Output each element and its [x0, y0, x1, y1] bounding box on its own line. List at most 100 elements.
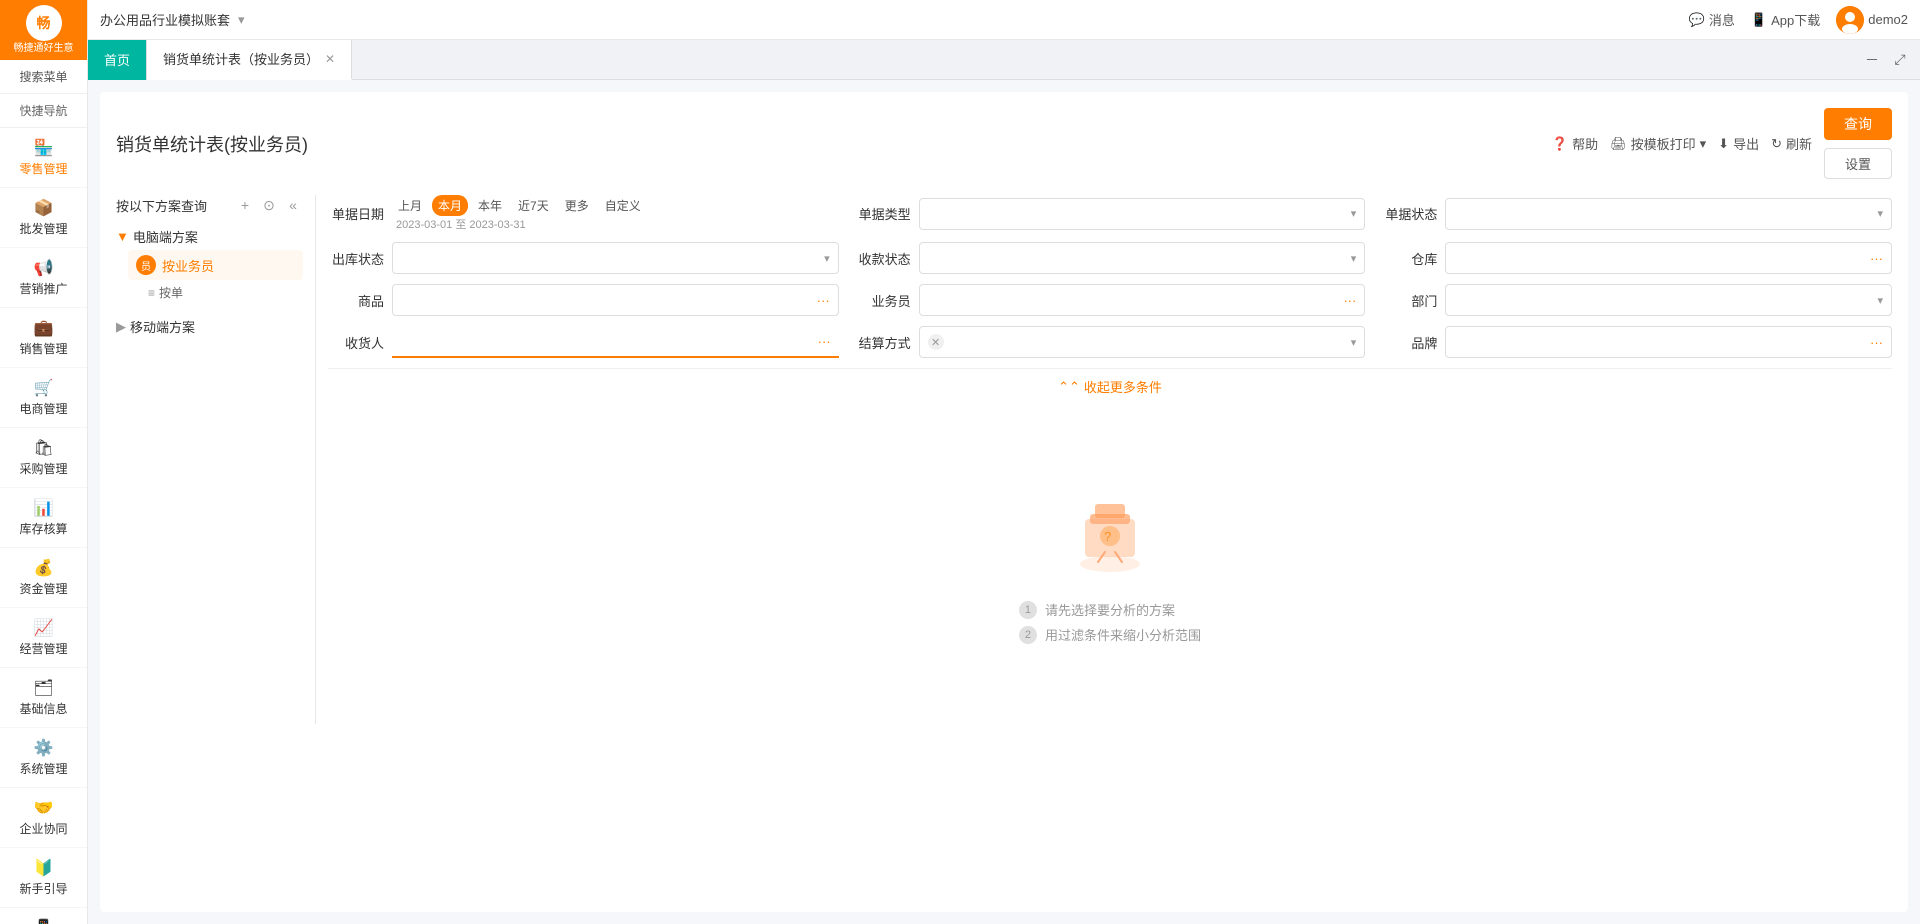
finance-icon: 💰 [4, 558, 83, 578]
product-control[interactable]: ··· [392, 284, 839, 316]
purchase-icon: 🛍 [4, 438, 83, 458]
sidebar-item-basic[interactable]: 🗂 基础信息 [0, 668, 87, 728]
dept-control[interactable]: ▾ [1445, 284, 1892, 316]
date-tab-more[interactable]: 更多 [559, 195, 595, 216]
receiver-dots: ··· [818, 334, 831, 349]
topbar-right: 💬 消息 📱 App下载 demo2 [1689, 6, 1908, 34]
collect-status-chevron: ▾ [1351, 252, 1357, 265]
doc-type-control[interactable]: ▾ [919, 198, 1366, 230]
filter-receiver: 收货人 ··· [328, 326, 839, 358]
help-btn[interactable]: ❓ 帮助 [1552, 134, 1598, 153]
scheme-group-header-mobile[interactable]: ▶ 移动端方案 [116, 313, 303, 340]
doc-status-chevron: ▾ [1877, 207, 1883, 220]
scheme-add-btn[interactable]: + [235, 195, 255, 215]
warehouse-label: 仓库 [1381, 249, 1437, 268]
logo-icon: 畅 [26, 5, 62, 41]
filter-doc-status: 单据状态 ▾ [1381, 198, 1892, 230]
scheme-collapse-btn[interactable]: « [283, 195, 303, 215]
scheme-group-mobile: ▶ 移动端方案 [116, 313, 303, 340]
date-tab-this-month[interactable]: 本月 [432, 195, 468, 216]
inventory-icon: 📊 [4, 498, 83, 518]
filter-dept: 部门 ▾ [1381, 284, 1892, 316]
sidebar-item-system[interactable]: ⚙️ 系统管理 [0, 728, 87, 788]
brand-control[interactable]: ··· [1445, 326, 1892, 358]
settle-control[interactable]: ✕ ▾ [919, 326, 1366, 358]
scheme-group-header-desktop[interactable]: ▼ 电脑端方案 [116, 223, 303, 250]
sidebar-item-ops[interactable]: 📈 经营管理 [0, 608, 87, 668]
home-tab-label: 首页 [104, 50, 130, 69]
sidebar: 畅 畅捷通好生意 搜索菜单 快捷导航 🏪 零售管理 📦 批发管理 📢 营销推广 … [0, 0, 88, 924]
filter-date: 单据日期 上月 本月 本年 近7天 更多 自定义 [328, 195, 839, 232]
system-icon: ⚙️ [4, 738, 83, 758]
export-btn[interactable]: ⬇ 导出 [1718, 134, 1759, 153]
query-button[interactable]: 查询 [1824, 108, 1892, 140]
sidebar-item-marketing[interactable]: 📢 营销推广 [0, 248, 87, 308]
app-download-btn[interactable]: 📱 App下载 [1751, 10, 1820, 29]
print-icon: 🖨 [1610, 136, 1627, 152]
sub-icon: ≡ [148, 286, 155, 300]
topbar-left: 办公用品行业模拟账套 ▾ [100, 10, 245, 29]
settle-clear-btn[interactable]: ✕ [928, 334, 944, 350]
sidebar-item-guide[interactable]: 🔰 新手引导 [0, 848, 87, 908]
staff-label: 业务员 [855, 291, 911, 310]
sidebar-item-apps[interactable]: 📱 应用中心 [0, 908, 87, 924]
search-menu-btn[interactable]: 搜索菜单 [4, 68, 83, 85]
message-btn[interactable]: 💬 消息 [1689, 10, 1735, 29]
apps-icon: 📱 [4, 918, 83, 924]
staff-control[interactable]: ··· [919, 284, 1366, 316]
sidebar-item-sales[interactable]: 💼 销售管理 [0, 308, 87, 368]
doc-status-label: 单据状态 [1381, 204, 1437, 223]
scheme-item-by-staff[interactable]: 员 按业务员 [128, 250, 303, 280]
page-container: 销货单统计表(按业务员) ❓ 帮助 🖨 按模板打印 ▾ ⬇ 导出 [100, 92, 1908, 912]
print-btn[interactable]: 🖨 按模板打印 ▾ [1610, 134, 1706, 153]
sidebar-item-enterprise[interactable]: 🤝 企业协同 [0, 788, 87, 848]
ship-status-control[interactable]: ▾ [392, 242, 839, 274]
scheme-panel-btns: + ⊙ « [235, 195, 303, 215]
scheme-sub-item-by-order[interactable]: ≡ 按单 [140, 280, 303, 305]
refresh-icon: ↻ [1771, 136, 1782, 152]
sidebar-item-finance[interactable]: 💰 资金管理 [0, 548, 87, 608]
tab-close-btn[interactable]: ✕ [325, 52, 335, 66]
app-logo: 畅 畅捷通好生意 [0, 0, 87, 60]
topbar-dropdown-icon[interactable]: ▾ [238, 12, 245, 28]
tabbar: 首页 销货单统计表（按业务员） ✕ － ⤢ [88, 40, 1920, 80]
date-filter-tabs: 上月 本月 本年 近7天 更多 自定义 [392, 195, 839, 216]
collect-status-control[interactable]: ▾ [919, 242, 1366, 274]
date-tab-7days[interactable]: 近7天 [512, 195, 555, 216]
date-tab-last-month[interactable]: 上月 [392, 195, 428, 216]
scheme-group-label-desktop: 电脑端方案 [133, 227, 198, 246]
scheme-panel-title: 按以下方案查询 [116, 196, 207, 215]
scheme-panel: 按以下方案查询 + ⊙ « ▼ 电脑端方案 [116, 195, 316, 724]
date-tab-custom[interactable]: 自定义 [599, 195, 647, 216]
main-layout: 按以下方案查询 + ⊙ « ▼ 电脑端方案 [116, 195, 1892, 724]
quick-guide[interactable]: 快捷导航 [0, 94, 87, 128]
warehouse-control[interactable]: ··· [1445, 242, 1892, 274]
sidebar-item-inventory[interactable]: 📊 库存核算 [0, 488, 87, 548]
tab-minimize-btn[interactable]: － [1860, 48, 1884, 72]
scheme-group-desktop: ▼ 电脑端方案 员 按业务员 ≡ 按单 [116, 223, 303, 305]
user-avatar-area[interactable]: demo2 [1836, 6, 1908, 34]
scheme-edit-btn[interactable]: ⊙ [259, 195, 279, 215]
main-area: 办公用品行业模拟账套 ▾ 💬 消息 📱 App下载 demo2 首页 [88, 0, 1920, 924]
topbar: 办公用品行业模拟账套 ▾ 💬 消息 📱 App下载 demo2 [88, 0, 1920, 40]
receiver-control[interactable]: ··· [392, 326, 839, 358]
date-tab-this-year[interactable]: 本年 [472, 195, 508, 216]
sidebar-item-purchase[interactable]: 🛍 采购管理 [0, 428, 87, 488]
filter-settle: 结算方式 ✕ ▾ [855, 326, 1366, 358]
guide-icon: 🔰 [4, 858, 83, 878]
tab-home[interactable]: 首页 [88, 40, 147, 80]
tab-maximize-btn[interactable]: ⤢ [1888, 48, 1912, 72]
tab-report[interactable]: 销货单统计表（按业务员） ✕ [147, 40, 352, 80]
setting-button[interactable]: 设置 [1824, 148, 1892, 179]
refresh-btn[interactable]: ↻ 刷新 [1771, 134, 1812, 153]
sidebar-item-ecommerce[interactable]: 🛒 电商管理 [0, 368, 87, 428]
sidebar-item-wholesale[interactable]: 📦 批发管理 [0, 188, 87, 248]
sidebar-item-retail[interactable]: 🏪 零售管理 [0, 128, 87, 188]
filter-product: 商品 ··· [328, 284, 839, 316]
collapse-more-btn[interactable]: ⌃⌃ 收起更多条件 [328, 368, 1892, 404]
doc-status-control[interactable]: ▾ [1445, 198, 1892, 230]
export-icon: ⬇ [1718, 136, 1729, 152]
filter-area: 单据日期 上月 本月 本年 近7天 更多 自定义 [328, 195, 1892, 724]
tip-num-1: 1 [1019, 601, 1037, 619]
filter-collect-status: 收款状态 ▾ [855, 242, 1366, 274]
